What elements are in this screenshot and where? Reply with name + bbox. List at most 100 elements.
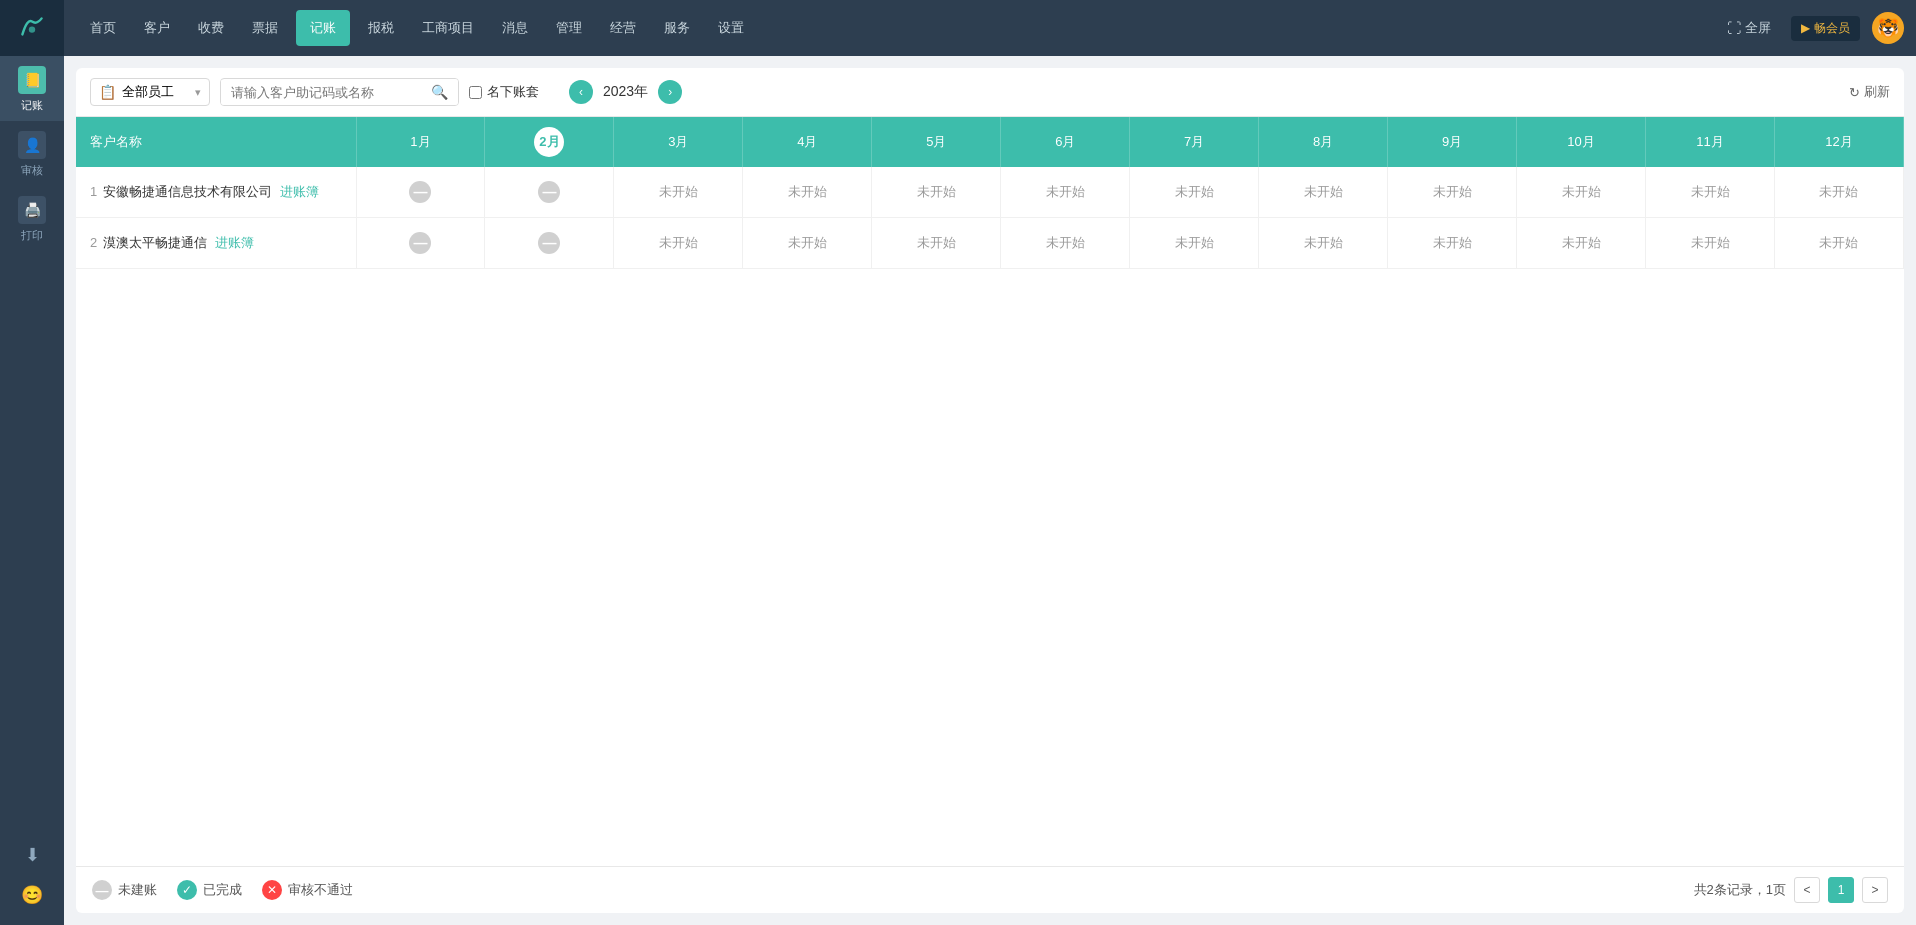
not-started-status: 未开始 (788, 235, 827, 250)
bookkeeping-table: 客户名称 1月 2月 3月 4月 5月 6月 7月 8月 9月 10月 (76, 117, 1904, 269)
sidebar-item-audit[interactable]: 👤 审核 (0, 121, 64, 186)
search-input[interactable] (221, 80, 421, 105)
not-started-status: 未开始 (1046, 184, 1085, 199)
col-header-m2: 2月 (485, 117, 614, 167)
not-started-status: 未开始 (659, 235, 698, 250)
month-cell-10: 未开始 (1517, 218, 1646, 269)
month-cell-7: 未开始 (1130, 167, 1259, 218)
nav-tax[interactable]: 报税 (354, 0, 408, 56)
nav-bookkeeping[interactable]: 记账 (296, 10, 350, 46)
month-cell-10: 未开始 (1517, 167, 1646, 218)
nav-invoice[interactable]: 票据 (238, 0, 292, 56)
support-icon[interactable]: 😊 (8, 877, 56, 913)
nav-billing[interactable]: 收费 (184, 0, 238, 56)
nav-manage[interactable]: 管理 (542, 0, 596, 56)
client-name-cell: 1安徽畅捷通信息技术有限公司进账簿 (76, 167, 356, 218)
search-button[interactable]: 🔍 (421, 79, 458, 105)
prev-page-button[interactable]: < (1794, 877, 1820, 903)
employee-icon: 📋 (99, 84, 116, 100)
month-cell-2: — (485, 167, 614, 218)
topnav-right: ⛶ 全屏 ▶ 畅会员 🐯 (1719, 12, 1904, 44)
col-header-m10: 10月 (1517, 117, 1646, 167)
month-cell-9: 未开始 (1388, 167, 1517, 218)
rejected-icon: ✕ (262, 880, 282, 900)
year-nav: ‹ 2023年 › (569, 80, 682, 104)
not-started-status: 未开始 (1433, 184, 1472, 199)
myaccounts-checkbox-label[interactable]: 名下账套 (469, 83, 539, 101)
main-area: 首页 客户 收费 票据 记账 报税 工商项目 消息 管理 经营 服务 设置 ⛶ … (64, 0, 1916, 925)
active-month-badge: 2月 (534, 127, 564, 157)
employee-select[interactable]: 📋 全部员工 ▾ (90, 78, 210, 106)
col-header-m1: 1月 (356, 117, 485, 167)
month-cell-8: 未开始 (1259, 218, 1388, 269)
col-header-m5: 5月 (872, 117, 1001, 167)
row-number: 2 (90, 235, 97, 250)
month-cell-11: 未开始 (1646, 167, 1775, 218)
vip-button[interactable]: ▶ 畅会员 (1791, 16, 1860, 41)
table-footer: — 未建账 ✓ 已完成 ✕ 审核不通过 共2条记录，1页 < 1 > (76, 866, 1904, 913)
not-started-status: 未开始 (1433, 235, 1472, 250)
nav-business[interactable]: 工商项目 (408, 0, 488, 56)
legend-completed: ✓ 已完成 (177, 880, 242, 900)
month-cell-2: — (485, 218, 614, 269)
nav-client[interactable]: 客户 (130, 0, 184, 56)
next-year-button[interactable]: › (658, 80, 682, 104)
avatar[interactable]: 🐯 (1872, 12, 1904, 44)
sidebar-item-print[interactable]: 🖨️ 打印 (0, 186, 64, 251)
not-started-status: 未开始 (1175, 235, 1214, 250)
not-started-status: 未开始 (1691, 235, 1730, 250)
nav-service[interactable]: 服务 (650, 0, 704, 56)
toolbar: 📋 全部员工 ▾ 🔍 名下账套 ‹ 2023年 › ↻ 刷新 (76, 68, 1904, 117)
content-area: 📋 全部员工 ▾ 🔍 名下账套 ‹ 2023年 › ↻ 刷新 (64, 56, 1916, 925)
col-header-m6: 6月 (1001, 117, 1130, 167)
table-row: 2漠澳太平畅捷通信进账簿——未开始未开始未开始未开始未开始未开始未开始未开始未开… (76, 218, 1904, 269)
svg-point-0 (29, 26, 35, 32)
status-dash-icon: — (409, 181, 431, 203)
audit-icon: 👤 (18, 131, 46, 159)
client-name: 漠澳太平畅捷通信 (103, 235, 207, 250)
not-started-status: 未开始 (1691, 184, 1730, 199)
table-row: 1安徽畅捷通信息技术有限公司进账簿 — — 未开始 未开始 未开始 未开始 未开始 未开始 未开始… (76, 167, 1904, 218)
sidebar-item-bookkeeping[interactable]: 📒 记账 (0, 56, 64, 121)
not-started-status: 未开始 (1562, 184, 1601, 199)
refresh-button[interactable]: ↻ 刷新 (1849, 83, 1890, 101)
client-name-cell: 2 漠澳太平畅捷通信进账簿 (76, 218, 356, 269)
col-header-m9: 9月 (1388, 117, 1517, 167)
month-cell-1: — (356, 167, 485, 218)
bookkeeping-table-container: 客户名称 1月 2月 3月 4月 5月 6月 7月 8月 9月 10月 (76, 117, 1904, 866)
month-cell-12: 未开始 (1774, 167, 1903, 218)
status-dash-icon: — (538, 232, 560, 254)
nav-message[interactable]: 消息 (488, 0, 542, 56)
next-page-button[interactable]: > (1862, 877, 1888, 903)
sidebar-bottom: ⬇ 😊 (8, 837, 56, 925)
col-header-m12: 12月 (1774, 117, 1903, 167)
month-cell-8: 未开始 (1259, 167, 1388, 218)
month-cell-3: 未开始 (614, 218, 743, 269)
nav-operation[interactable]: 经营 (596, 0, 650, 56)
month-cell-6: 未开始 (1001, 167, 1130, 218)
not-started-status: 未开始 (1046, 235, 1085, 250)
enter-link[interactable]: 进账簿 (280, 184, 319, 199)
month-cell-9: 未开始 (1388, 218, 1517, 269)
not-started-status: 未开始 (1819, 235, 1858, 250)
nav-settings[interactable]: 设置 (704, 0, 758, 56)
pagination-summary: 共2条记录，1页 (1694, 881, 1786, 899)
myaccounts-checkbox[interactable] (469, 86, 482, 99)
download-icon[interactable]: ⬇ (8, 837, 56, 873)
col-header-m4: 4月 (743, 117, 872, 167)
prev-year-button[interactable]: ‹ (569, 80, 593, 104)
not-started-status: 未开始 (1304, 184, 1343, 199)
refresh-icon: ↻ (1849, 85, 1860, 100)
not-started-status: 未开始 (1562, 235, 1601, 250)
topnav: 首页 客户 收费 票据 记账 报税 工商项目 消息 管理 经营 服务 设置 ⛶ … (64, 0, 1916, 56)
month-cell-11: 未开始 (1646, 218, 1775, 269)
current-page-button[interactable]: 1 (1828, 877, 1854, 903)
search-wrap: 🔍 (220, 78, 459, 106)
not-started-status: 未开始 (1304, 235, 1343, 250)
fullscreen-button[interactable]: ⛶ 全屏 (1719, 15, 1779, 41)
bookkeeping-icon: 📒 (18, 66, 46, 94)
col-header-m3: 3月 (614, 117, 743, 167)
print-icon: 🖨️ (18, 196, 46, 224)
enter-link[interactable]: 进账簿 (215, 235, 254, 250)
nav-home[interactable]: 首页 (76, 0, 130, 56)
